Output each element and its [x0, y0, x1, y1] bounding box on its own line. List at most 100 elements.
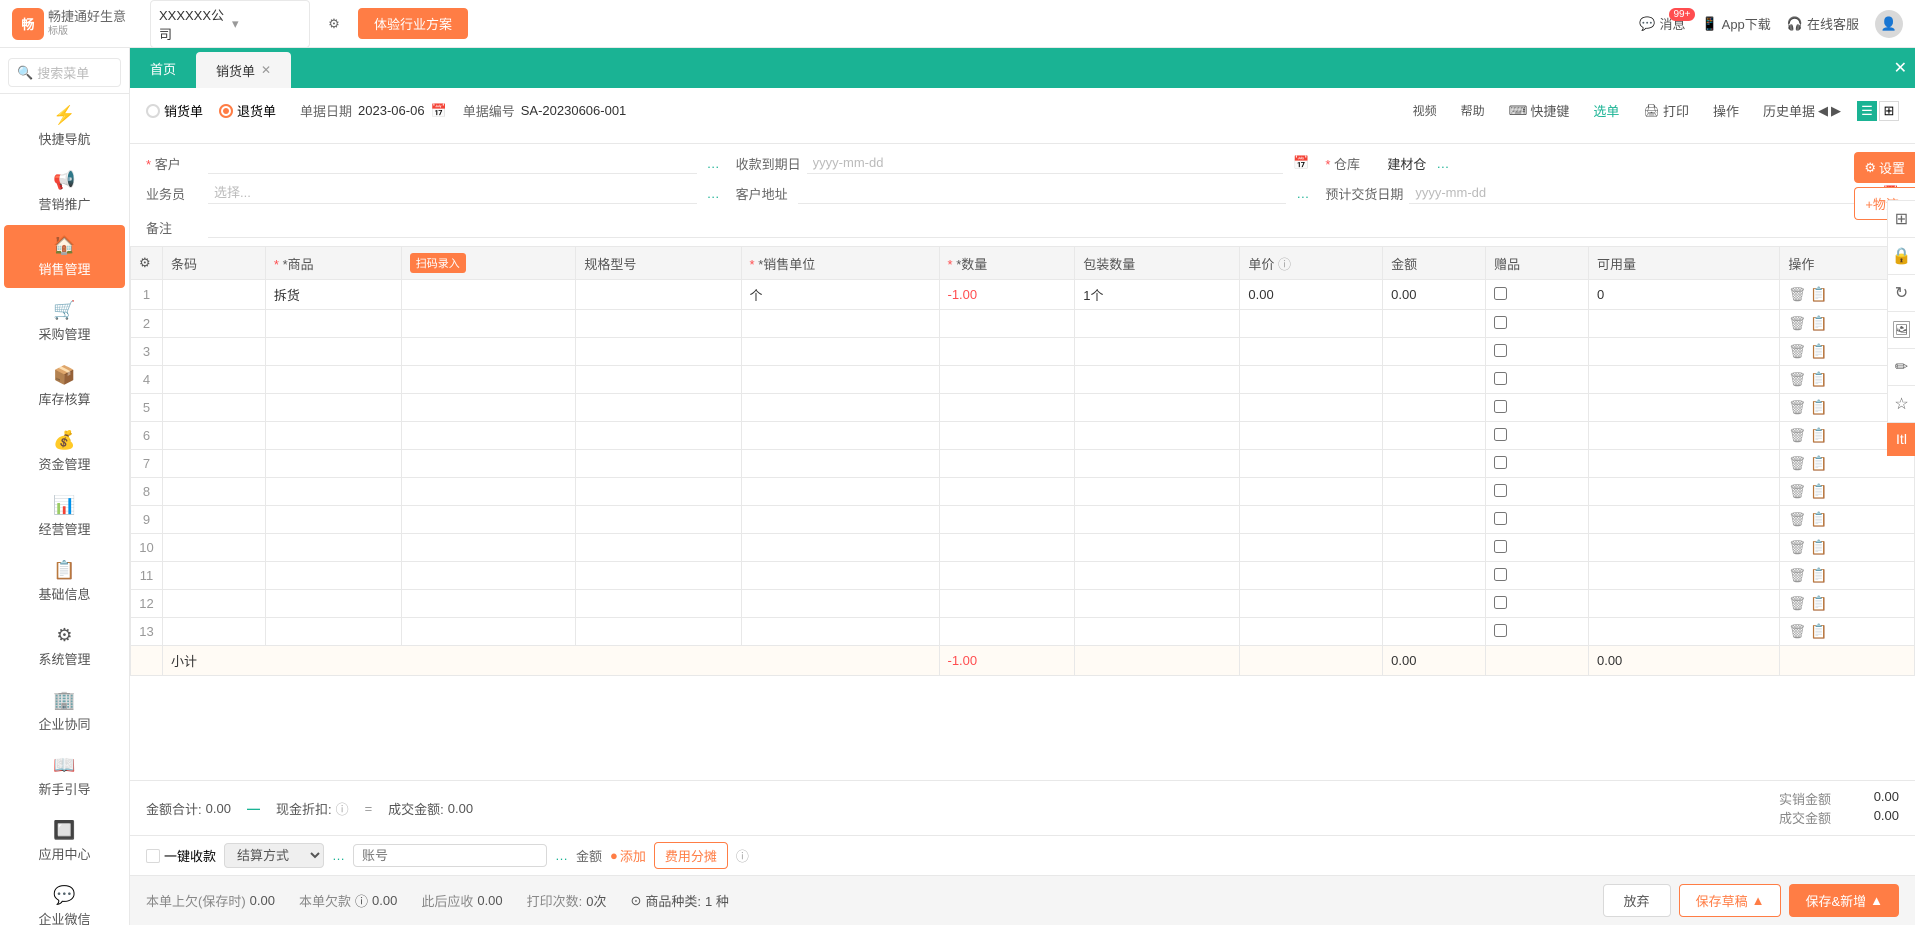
copy-icon[interactable]: 📋	[1810, 315, 1827, 332]
gift-checkbox[interactable]	[1494, 512, 1507, 525]
copy-icon[interactable]: 📋	[1810, 595, 1827, 612]
gift-checkbox[interactable]	[1494, 624, 1507, 637]
add-btn[interactable]: ● 添加	[610, 846, 646, 865]
sidebar-item-enterprise[interactable]: 🏢 企业协同	[4, 680, 125, 743]
copy-icon[interactable]: 📋	[1810, 567, 1827, 584]
delete-icon[interactable]: 🗑	[1788, 455, 1806, 472]
delete-icon[interactable]: 🗑	[1788, 483, 1806, 500]
settings-action-btn[interactable]: ⚙ 设置	[1854, 152, 1915, 183]
sidebar-item-system[interactable]: ⚙ 系统管理	[4, 615, 125, 678]
settings-icon[interactable]: ⚙	[318, 8, 350, 40]
tab-close-icon[interactable]: ✕	[261, 63, 271, 77]
copy-icon[interactable]: 📋	[1810, 427, 1827, 444]
gift-checkbox[interactable]	[1494, 344, 1507, 357]
tab-close-all-icon[interactable]: ✕	[1894, 58, 1907, 78]
search-input-wrap[interactable]: 🔍 搜索菜单	[8, 58, 121, 87]
account-input[interactable]	[353, 844, 547, 867]
sidebar-item-app-center[interactable]: 🔲 应用中心	[4, 810, 125, 873]
trial-button[interactable]: 体验行业方案	[358, 8, 468, 39]
video-btn[interactable]: 视频	[1405, 99, 1445, 122]
scan-button[interactable]: 扫码录入	[410, 253, 466, 273]
one-click-payment[interactable]: 一键收款	[146, 846, 216, 865]
delete-icon[interactable]: 🗑	[1788, 343, 1806, 360]
operation-btn[interactable]: 操作	[1705, 98, 1747, 123]
row-spec[interactable]	[576, 280, 741, 310]
delete-icon[interactable]: 🗑	[1788, 399, 1806, 416]
copy-icon[interactable]: 📋	[1810, 343, 1827, 360]
row-gift[interactable]	[1486, 280, 1589, 310]
one-click-checkbox[interactable]	[146, 849, 160, 863]
delete-icon[interactable]: 🗑	[1788, 427, 1806, 444]
delete-icon[interactable]: 🗑	[1788, 539, 1806, 556]
row-barcode[interactable]	[163, 280, 266, 310]
payment-date-calendar-icon[interactable]: 📅	[1293, 155, 1309, 171]
calc-method-select[interactable]: 结算方式	[224, 843, 324, 868]
delete-icon[interactable]: 🗑	[1788, 623, 1806, 640]
sidebar-item-wechat[interactable]: 💬 企业微信	[4, 875, 125, 925]
gift-checkbox[interactable]	[1494, 287, 1507, 300]
row-amount[interactable]: 0.00	[1383, 280, 1486, 310]
product-types-checkbox[interactable]: ⊙	[631, 893, 642, 909]
sidebar-item-guide[interactable]: 📖 新手引导	[4, 745, 125, 808]
col-scan[interactable]: 扫码录入	[401, 247, 576, 280]
tab-sales-order[interactable]: 销货单 ✕	[196, 52, 291, 88]
account-dots[interactable]: …	[555, 848, 568, 863]
sidebar-item-finance[interactable]: 💰 资金管理	[4, 420, 125, 483]
float-chat-icon[interactable]: Itl	[1887, 423, 1915, 456]
sidebar-item-inventory[interactable]: 📦 库存核算	[4, 355, 125, 418]
delete-icon[interactable]: 🗑	[1788, 595, 1806, 612]
help-btn[interactable]: 帮助	[1453, 99, 1493, 122]
payment-date-input[interactable]	[807, 152, 1283, 174]
calendar-icon[interactable]: 📅	[431, 103, 447, 119]
gift-checkbox[interactable]	[1494, 484, 1507, 497]
expense-btn[interactable]: 费用分摊	[654, 842, 728, 869]
company-selector[interactable]: XXXXXX公司 ▾	[150, 0, 310, 48]
gift-checkbox[interactable]	[1494, 456, 1507, 469]
gift-checkbox[interactable]	[1494, 540, 1507, 553]
remark-input[interactable]	[208, 216, 1899, 238]
row-product[interactable]: 拆货	[265, 280, 401, 310]
row-unit[interactable]: 个	[741, 280, 939, 310]
shortcut-btn[interactable]: ⌨ 快捷键	[1501, 98, 1578, 123]
warehouse-dots-btn[interactable]: …	[1436, 156, 1449, 171]
float-image-icon[interactable]: 🖼	[1887, 312, 1915, 349]
gift-checkbox[interactable]	[1494, 316, 1507, 329]
delete-icon[interactable]: 🗑	[1788, 371, 1806, 388]
gift-checkbox[interactable]	[1494, 372, 1507, 385]
customer-dots-btn[interactable]: …	[707, 156, 720, 171]
float-star-icon[interactable]: ☆	[1887, 386, 1915, 423]
copy-icon[interactable]: 📋	[1810, 371, 1827, 388]
customer-addr-input[interactable]	[798, 182, 1287, 204]
calc-method-dots[interactable]: …	[332, 848, 345, 863]
float-edit-icon[interactable]: ✏	[1887, 349, 1915, 386]
gift-checkbox[interactable]	[1494, 428, 1507, 441]
delete-icon[interactable]: 🗑	[1788, 315, 1806, 332]
float-refresh-icon[interactable]: ↻	[1887, 275, 1915, 312]
col-settings[interactable]: ⚙	[131, 247, 163, 280]
delivery-date-input[interactable]	[1409, 182, 1872, 204]
save-new-button[interactable]: 保存&新增 ▲	[1789, 884, 1899, 917]
gift-checkbox[interactable]	[1494, 400, 1507, 413]
save-draft-button[interactable]: 保存草稿 ▲	[1679, 884, 1782, 917]
copy-icon[interactable]: 📋	[1810, 623, 1827, 640]
app-download-btn[interactable]: 📱 App下载	[1701, 14, 1770, 33]
row-price[interactable]: 0.00	[1240, 280, 1383, 310]
list-view-icon[interactable]: ☰	[1857, 101, 1877, 121]
copy-icon[interactable]: 📋	[1810, 286, 1827, 303]
sidebar-item-basic-info[interactable]: 📋 基础信息	[4, 550, 125, 613]
gift-checkbox[interactable]	[1494, 596, 1507, 609]
radio-return[interactable]: 退货单	[219, 101, 276, 120]
row-pkg-qty[interactable]: 1个	[1075, 280, 1240, 310]
copy-icon[interactable]: 📋	[1810, 511, 1827, 528]
copy-icon[interactable]: 📋	[1810, 539, 1827, 556]
print-btn[interactable]: 🖨 打印	[1635, 98, 1697, 123]
sidebar-item-marketing[interactable]: 📢 营销推广	[4, 160, 125, 223]
delete-icon[interactable]: 🗑	[1788, 567, 1806, 584]
history-btn[interactable]: 历史单据 ◀ ▶	[1755, 98, 1849, 123]
copy-icon[interactable]: 📋	[1810, 455, 1827, 472]
sidebar-item-quick-nav[interactable]: ⚡ 快捷导航	[4, 95, 125, 158]
message-btn[interactable]: 💬 消息 99+	[1639, 14, 1685, 33]
delete-icon[interactable]: 🗑	[1788, 286, 1806, 303]
gift-checkbox[interactable]	[1494, 568, 1507, 581]
salesman-input[interactable]	[208, 182, 697, 204]
